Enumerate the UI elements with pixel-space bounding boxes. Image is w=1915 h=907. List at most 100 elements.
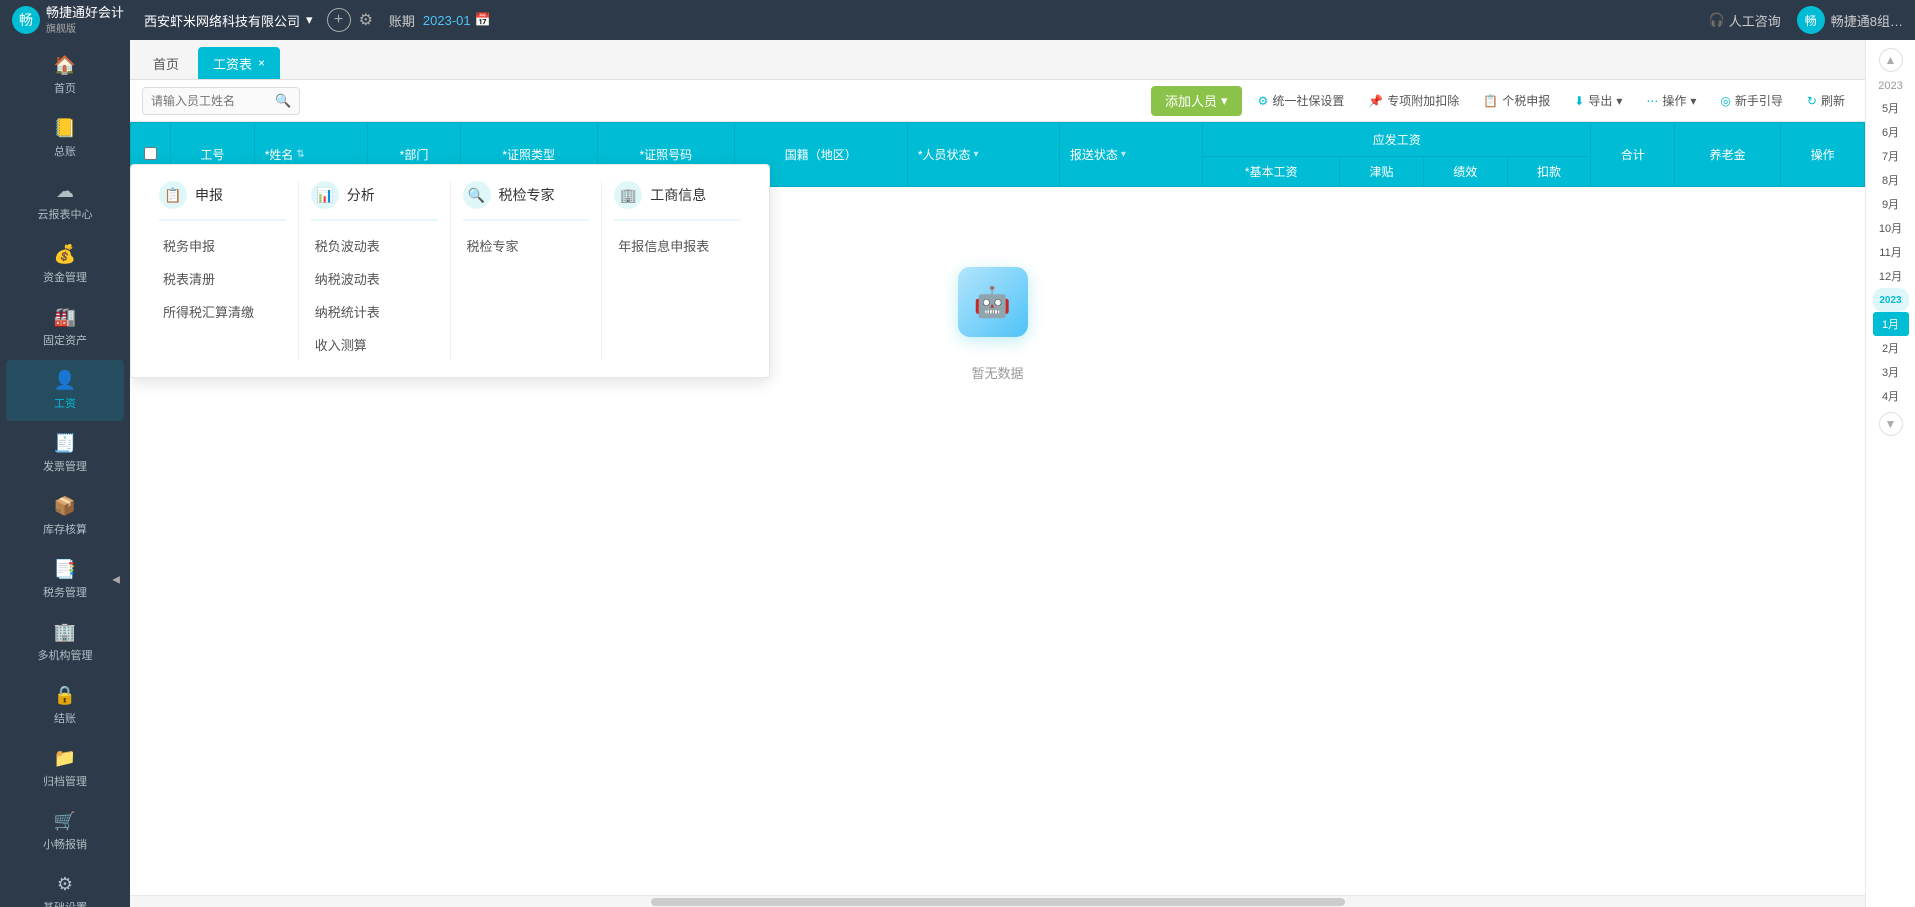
col-base-salary: *基本工资 xyxy=(1203,157,1340,187)
col-operations: 操作 xyxy=(1781,123,1865,187)
operation-button[interactable]: ⋯ 操作 ▾ xyxy=(1638,88,1704,113)
select-all-checkbox[interactable] xyxy=(144,147,157,160)
export-button[interactable]: ⬇ 导出 ▾ xyxy=(1566,88,1630,113)
multi_org-icon: 🏢 xyxy=(54,622,76,643)
col-total: 合计 xyxy=(1591,123,1675,187)
dropdown-section-icon-business_info: 🏢 xyxy=(614,181,642,209)
month-2024-3月[interactable]: 3月 xyxy=(1873,360,1909,384)
sidebar-label-mini_sales: 小畅报销 xyxy=(43,836,87,852)
month-10月[interactable]: 10月 xyxy=(1873,216,1909,240)
tab-home[interactable]: 首页 xyxy=(138,47,194,79)
right-panel-nav-up[interactable]: ▲ xyxy=(1879,48,1903,72)
horizontal-scrollbar[interactable] xyxy=(130,895,1865,907)
month-8月[interactable]: 8月 xyxy=(1873,168,1909,192)
sidebar-label-tax_mgmt: 税务管理 xyxy=(43,584,87,600)
top-bar: 畅 畅捷通好会计 旗舰版 西安虾米网络科技有限公司 ▾ + ⚙ 账期 2023-… xyxy=(0,0,1915,40)
dropdown-section-header-declaration: 📋 申报 xyxy=(159,181,286,221)
ledger-icon: 📒 xyxy=(54,118,76,139)
special-deduction-button[interactable]: 📌 专项附加扣除 xyxy=(1360,88,1467,113)
tab-salary[interactable]: 工资表 × xyxy=(198,47,280,79)
dropdown-section-business_info: 🏢 工商信息 年报信息申报表 xyxy=(602,181,753,361)
add-person-button[interactable]: 添加人员 ▾ xyxy=(1151,86,1242,116)
tab-bar: 首页 工资表 × xyxy=(130,40,1865,80)
inventory-icon: 📦 xyxy=(54,496,76,517)
tax-report-icon: 📋 xyxy=(1483,94,1498,108)
sidebar-item-multi_org[interactable]: 🏢 多机构管理 xyxy=(6,612,124,673)
guide-button[interactable]: ◎ 新手引导 xyxy=(1712,88,1791,113)
sidebar-item-home[interactable]: 🏠 首页 xyxy=(6,45,124,106)
sidebar-item-close_period[interactable]: 🔒 结账 xyxy=(6,675,124,736)
col-report-status[interactable]: 报送状态▾ xyxy=(1059,123,1202,187)
invoice-icon: 🧾 xyxy=(54,433,76,454)
month-6月[interactable]: 6月 xyxy=(1873,120,1909,144)
sidebar-item-ledger[interactable]: 📒 总账 xyxy=(6,108,124,169)
add-company-button[interactable]: + xyxy=(327,8,351,32)
home-tab-label: 首页 xyxy=(153,54,179,73)
col-status[interactable]: *人员状态▾ xyxy=(907,123,1059,187)
dropdown-item-business_info[interactable]: 年报信息申报表 xyxy=(614,229,741,262)
fixed_asset-icon: 🏭 xyxy=(54,307,76,328)
sidebar-label-home: 首页 xyxy=(54,80,76,96)
sidebar-label-cloud_report: 云报表中心 xyxy=(38,206,93,222)
company-name: 西安虾米网络科技有限公司 xyxy=(144,11,300,30)
service-button[interactable]: 🎧 人工咨询 xyxy=(1709,11,1781,30)
dropdown-item-analysis[interactable]: 税负波动表 xyxy=(311,229,438,262)
year-2024-badge: 2023 xyxy=(1873,288,1909,312)
sidebar-item-fixed_asset[interactable]: 🏭 固定资产 xyxy=(6,297,124,358)
social-security-label: 统一社保设置 xyxy=(1272,92,1344,109)
export-label: 导出 xyxy=(1588,92,1612,109)
tax-report-label: 个税申报 xyxy=(1502,92,1550,109)
month-12月[interactable]: 12月 xyxy=(1873,264,1909,288)
dropdown-section-title-tax_expert: 税检专家 xyxy=(499,185,555,205)
dropdown-item-declaration[interactable]: 所得税汇算清缴 xyxy=(159,295,286,328)
sidebar-item-fund[interactable]: 💰 资金管理 xyxy=(6,234,124,295)
sidebar-item-invoice[interactable]: 🧾 发票管理 xyxy=(6,423,124,484)
calendar-icon[interactable]: 📅 xyxy=(475,12,491,28)
month-11月[interactable]: 11月 xyxy=(1873,240,1909,264)
dropdown-item-analysis[interactable]: 纳税统计表 xyxy=(311,295,438,328)
add-person-arrow-icon: ▾ xyxy=(1221,93,1228,109)
table-wrapper: 📋 申报 税务申报税表清册所得税汇算清缴 📊 分析 税负波动表纳税波动表纳税统计… xyxy=(130,122,1865,895)
dropdown-item-tax_expert[interactable]: 税检专家 xyxy=(463,229,590,262)
dropdown-section-icon-analysis: 📊 xyxy=(311,181,339,209)
dropdown-item-declaration[interactable]: 税务申报 xyxy=(159,229,286,262)
cloud_report-icon: ☁ xyxy=(56,181,74,202)
sidebar-item-mini_sales[interactable]: 🛒 小畅报销 xyxy=(6,801,124,862)
dropdown-section-icon-tax_expert: 🔍 xyxy=(463,181,491,209)
dropdown-item-analysis[interactable]: 收入测算 xyxy=(311,328,438,361)
sidebar-label-fixed_asset: 固定资产 xyxy=(43,332,87,348)
user-menu[interactable]: 畅 畅捷通8组… xyxy=(1797,6,1903,34)
sidebar-item-tax_mgmt[interactable]: 📑 税务管理 ◀ xyxy=(6,549,124,610)
sidebar-item-archive[interactable]: 📁 归档管理 xyxy=(6,738,124,799)
scrollbar-thumb[interactable] xyxy=(651,898,1345,906)
tab-close-icon[interactable]: × xyxy=(258,56,265,70)
sidebar-item-cloud_report[interactable]: ☁ 云报表中心 xyxy=(6,171,124,232)
settings-icon[interactable]: ⚙ xyxy=(359,10,373,30)
dropdown-item-analysis[interactable]: 纳税波动表 xyxy=(311,262,438,295)
tax-report-button[interactable]: 📋 个税申报 xyxy=(1475,88,1558,113)
month-9月[interactable]: 9月 xyxy=(1873,192,1909,216)
sidebar-item-inventory[interactable]: 📦 库存核算 xyxy=(6,486,124,547)
right-panel-nav-down[interactable]: ▼ xyxy=(1879,412,1903,436)
month-2024-4月[interactable]: 4月 xyxy=(1873,384,1909,408)
sidebar-label-inventory: 库存核算 xyxy=(43,521,87,537)
year-2023-label: 2023 xyxy=(1878,76,1902,96)
month-5月[interactable]: 5月 xyxy=(1873,96,1909,120)
user-label: 畅捷通8组… xyxy=(1831,11,1903,30)
col-deduction: 扣款 xyxy=(1507,157,1591,187)
dropdown-section-tax_expert: 🔍 税检专家 税检专家 xyxy=(451,181,603,361)
sidebar-item-salary[interactable]: 👤 工资 xyxy=(6,360,124,421)
month-2024-2月[interactable]: 2月 xyxy=(1873,336,1909,360)
month-2024-1月[interactable]: 1月 xyxy=(1873,312,1909,336)
company-selector[interactable]: 西安虾米网络科技有限公司 ▾ xyxy=(136,7,321,34)
dropdown-item-declaration[interactable]: 税表清册 xyxy=(159,262,286,295)
social-security-button[interactable]: ⚙ 统一社保设置 xyxy=(1250,88,1353,113)
sidebar-label-basic_settings: 基础设置 xyxy=(43,899,87,907)
refresh-button[interactable]: ↻ 刷新 xyxy=(1799,88,1853,113)
export-icon: ⬇ xyxy=(1574,94,1584,108)
period-tag: 账期 2023-01 📅 xyxy=(389,11,491,30)
sidebar-item-basic_settings[interactable]: ⚙ 基础设置 xyxy=(6,864,124,907)
dropdown-section-analysis: 📊 分析 税负波动表纳税波动表纳税统计表收入测算 xyxy=(299,181,451,361)
search-input[interactable] xyxy=(151,94,271,108)
month-7月[interactable]: 7月 xyxy=(1873,144,1909,168)
